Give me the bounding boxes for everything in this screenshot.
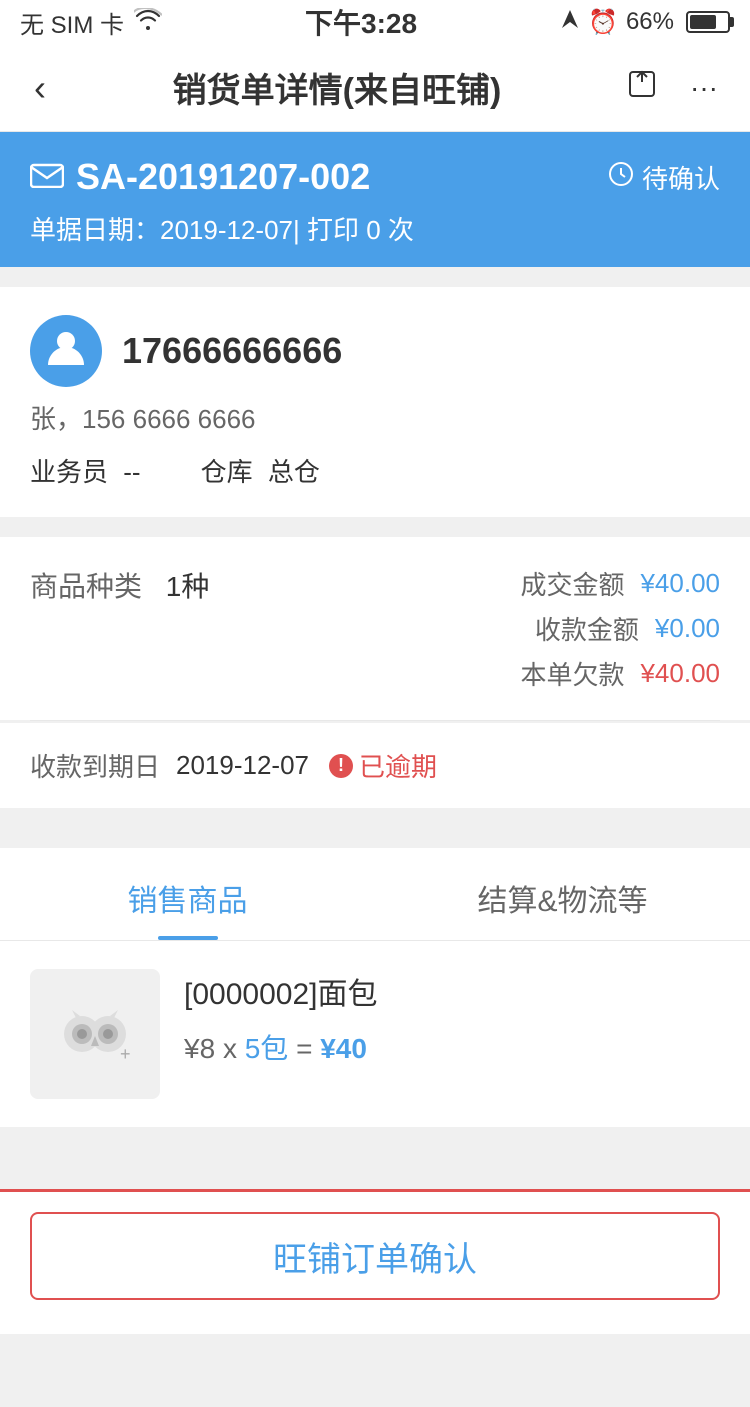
- battery-icon: [686, 11, 730, 33]
- due-date-card: 收款到期日 2019-12-07 ! 已逾期: [0, 723, 750, 808]
- overdue-text: 已逾期: [359, 747, 437, 784]
- amount-label: 成交金额: [520, 565, 624, 602]
- overdue-icon: !: [329, 754, 353, 778]
- price-value: ¥8: [184, 1033, 215, 1064]
- tab-settlement-label: 结算&物流等: [477, 885, 647, 918]
- battery-percent: 66%: [626, 8, 674, 36]
- avatar: [30, 315, 102, 387]
- bottom-area: 旺铺订单确认: [0, 1189, 750, 1334]
- alarm-icon: ⏰: [588, 8, 618, 37]
- summary-card: 商品种类 1种 成交金额 ¥40.00 收款金额 ¥0.00 本单欠款 ¥40.…: [0, 537, 750, 720]
- divider-2: [0, 808, 750, 828]
- payment-amount-row: 收款金额 ¥0.00: [535, 610, 720, 647]
- share-button[interactable]: [618, 60, 666, 115]
- tabs-container: 销售商品 结算&物流等: [0, 848, 750, 941]
- order-status: 待确认: [608, 159, 720, 196]
- debt-amount-row: 本单欠款 ¥40.00: [520, 655, 720, 692]
- overdue-badge: ! 已逾期: [329, 747, 437, 784]
- customer-card: 17666666666 张，156 6666 6666 业务员 -- 仓库 总仓: [0, 287, 750, 517]
- wifi-icon: [134, 8, 162, 37]
- due-date-label: 收款到期日: [30, 747, 160, 784]
- thin-divider: [30, 720, 720, 721]
- due-date-value: 2019-12-07: [176, 750, 309, 781]
- total-value: ¥40: [320, 1033, 367, 1064]
- nav-bar: ‹ 销货单详情(来自旺铺) ···: [0, 44, 750, 132]
- back-button[interactable]: ‹: [24, 57, 56, 119]
- location-icon: [560, 8, 580, 37]
- customer-row: 17666666666: [30, 315, 720, 387]
- salesman-info: 业务员 --: [30, 452, 141, 489]
- order-id-text: SA-20191207-002: [76, 156, 370, 198]
- product-info: [0000002]面包 ¥8 x 5包 = ¥40: [184, 969, 720, 1067]
- order-icon: [30, 159, 64, 196]
- customer-name: 张，156 6666 6666: [30, 399, 720, 436]
- summary-left: 商品种类 1种: [30, 565, 209, 605]
- confirm-button[interactable]: 旺铺订单确认: [30, 1212, 720, 1300]
- nav-actions: ···: [618, 60, 726, 115]
- avatar-icon: [44, 325, 88, 378]
- table-row: + [0000002]面包 ¥8 x 5包 = ¥40: [0, 941, 750, 1127]
- order-status-text: 待确认: [642, 159, 720, 196]
- customer-phone: 17666666666: [122, 330, 342, 372]
- svg-text:+: +: [120, 1044, 131, 1064]
- transaction-amount-row: 成交金额 ¥40.00: [520, 565, 720, 602]
- product-list: + [0000002]面包 ¥8 x 5包 = ¥40: [0, 941, 750, 1127]
- carrier-label: 无 SIM 卡: [20, 5, 124, 40]
- status-bar: 无 SIM 卡 下午3:28 ⏰ 66%: [0, 0, 750, 44]
- more-button[interactable]: ···: [682, 64, 726, 112]
- status-left: 无 SIM 卡: [20, 5, 162, 40]
- status-right: ⏰ 66%: [560, 8, 730, 37]
- page-title: 销货单详情(来自旺铺): [56, 63, 618, 112]
- status-clock-icon: [608, 161, 634, 194]
- order-header-top: SA-20191207-002 待确认: [30, 156, 720, 198]
- qty-value: 5包: [245, 1033, 289, 1064]
- tab-sales-goods-label: 销售商品: [128, 885, 248, 918]
- amount-value: ¥40.00: [640, 568, 720, 599]
- order-id: SA-20191207-002: [30, 156, 370, 198]
- summary-right: 成交金额 ¥40.00 收款金额 ¥0.00 本单欠款 ¥40.00: [520, 565, 720, 692]
- time-display: 下午3:28: [305, 2, 417, 42]
- customer-meta: 业务员 -- 仓库 总仓: [30, 452, 720, 489]
- payment-value: ¥0.00: [655, 613, 720, 644]
- order-date-row: 单据日期：2019-12-07| 打印 0 次: [30, 210, 720, 247]
- product-name: [0000002]面包: [184, 969, 720, 1013]
- order-header-card: SA-20191207-002 待确认 单据日期：2019-12-07| 打印 …: [0, 132, 750, 267]
- debt-label: 本单欠款: [520, 655, 624, 692]
- warehouse-info: 仓库 总仓: [201, 452, 320, 489]
- debt-value: ¥40.00: [640, 658, 720, 689]
- equals-sign: =: [296, 1033, 320, 1064]
- product-thumbnail: +: [30, 969, 160, 1099]
- tab-sales-goods[interactable]: 销售商品: [0, 848, 375, 940]
- category-value: 1种: [166, 571, 210, 602]
- category-label: 商品种类: [30, 571, 142, 602]
- product-price: ¥8 x 5包 = ¥40: [184, 1027, 720, 1067]
- tab-settlement[interactable]: 结算&物流等: [375, 848, 750, 940]
- multiply-sign: x: [223, 1033, 245, 1064]
- divider-1: [0, 517, 750, 537]
- summary-row: 商品种类 1种 成交金额 ¥40.00 收款金额 ¥0.00 本单欠款 ¥40.…: [30, 565, 720, 692]
- payment-label: 收款金额: [535, 610, 639, 647]
- tab-underline: [158, 936, 218, 940]
